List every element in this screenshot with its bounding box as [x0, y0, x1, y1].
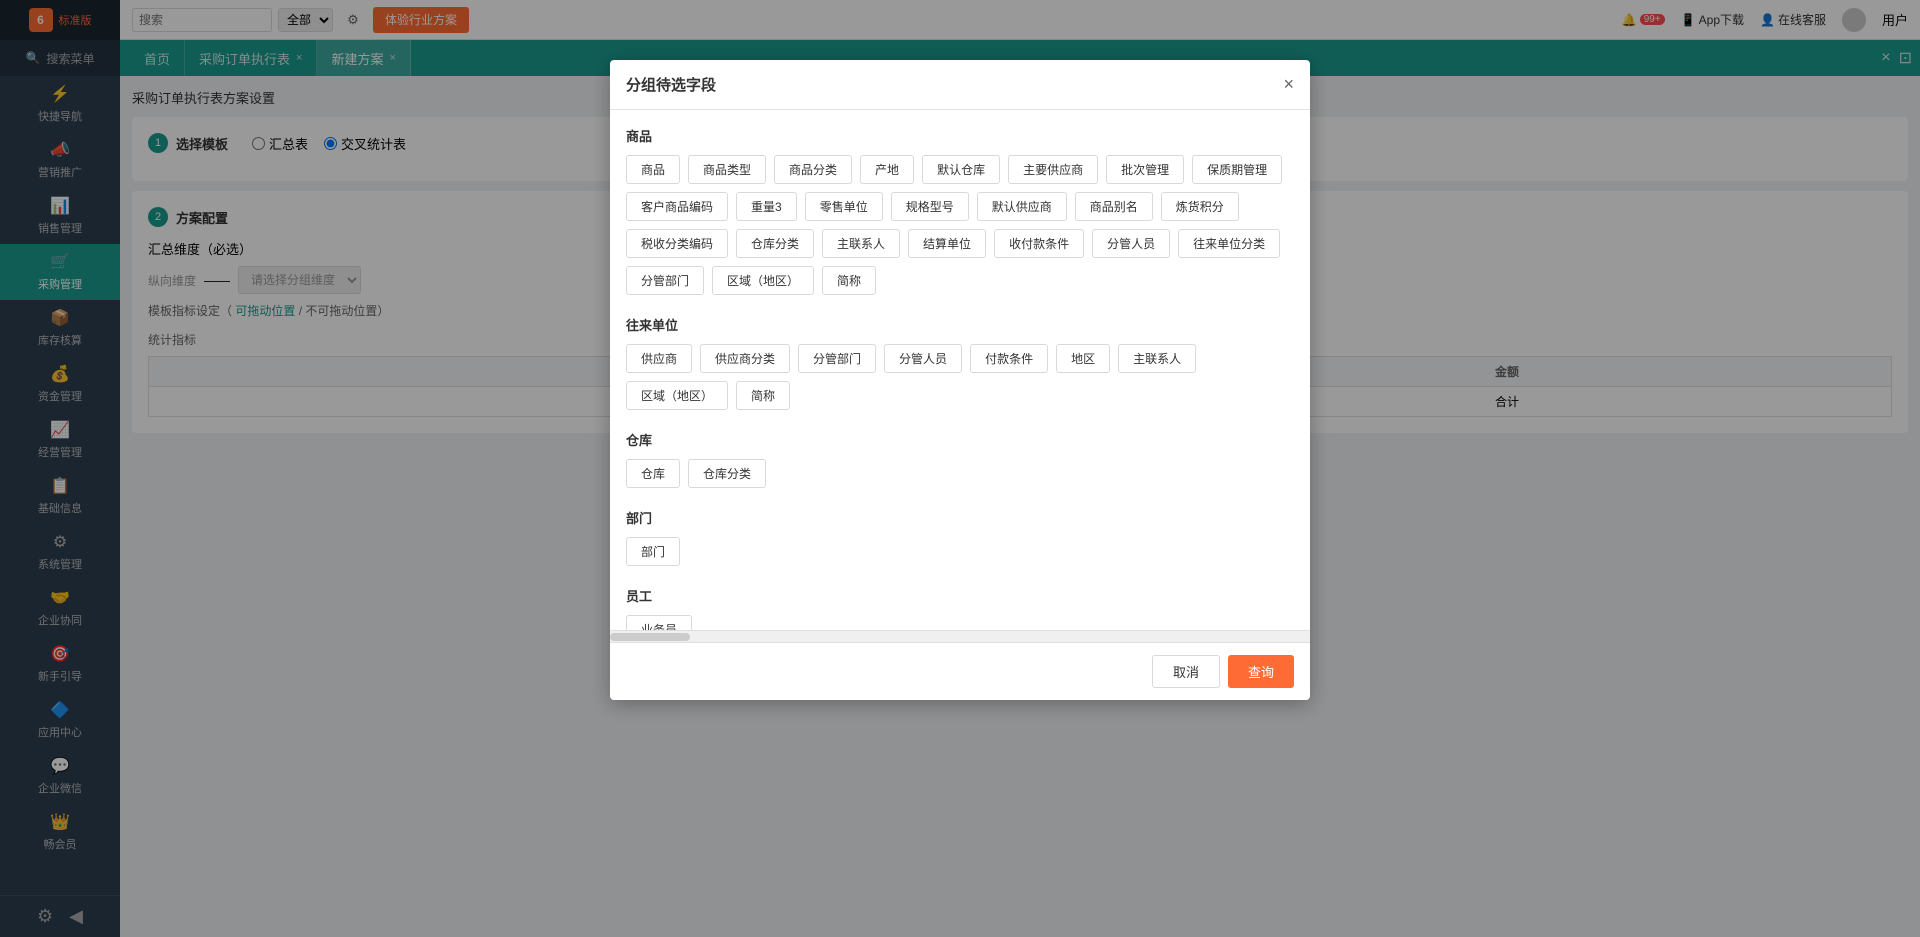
field-tag[interactable]: 结算单位 — [908, 229, 986, 258]
field-section-员工: 员工业务员 — [626, 586, 1294, 630]
hscroll-thumb — [610, 633, 690, 641]
field-tag[interactable]: 保质期管理 — [1192, 155, 1282, 184]
section-title: 仓库 — [626, 430, 1294, 449]
field-tag[interactable]: 默认供应商 — [977, 192, 1067, 221]
field-tags: 供应商供应商分类分管部门分管人员付款条件地区主联系人区域（地区） 简称 — [626, 344, 1294, 410]
field-tag[interactable]: 地区 — [1056, 344, 1110, 373]
section-title: 员工 — [626, 586, 1294, 605]
field-tags: 业务员 — [626, 615, 1294, 630]
field-tag[interactable]: 供应商 — [626, 344, 692, 373]
field-tag[interactable]: 产地 — [860, 155, 914, 184]
section-title: 部门 — [626, 508, 1294, 527]
field-tag[interactable]: 商品分类 — [774, 155, 852, 184]
field-section-仓库: 仓库仓库仓库分类 — [626, 430, 1294, 488]
field-tag[interactable]: 部门 — [626, 537, 680, 566]
field-tags: 部门 — [626, 537, 1294, 566]
field-tag[interactable]: 简称 — [822, 266, 876, 295]
field-tag[interactable]: 主要供应商 — [1008, 155, 1098, 184]
field-tag[interactable]: 分管人员 — [884, 344, 962, 373]
field-tag[interactable]: 分管人员 — [1092, 229, 1170, 258]
modal-overlay: 分组待选字段 × 商品商品商品类型商品分类产地默认仓库主要供应商批次管理保质期管… — [0, 0, 1920, 937]
modal-title: 分组待选字段 — [626, 74, 716, 95]
field-tag[interactable]: 重量3 — [736, 192, 797, 221]
field-tag[interactable]: 商品 — [626, 155, 680, 184]
modal-body: 商品商品商品类型商品分类产地默认仓库主要供应商批次管理保质期管理客户商品编码重量… — [610, 110, 1310, 630]
field-tag[interactable]: 批次管理 — [1106, 155, 1184, 184]
field-section-商品: 商品商品商品类型商品分类产地默认仓库主要供应商批次管理保质期管理客户商品编码重量… — [626, 126, 1294, 295]
field-section-部门: 部门部门 — [626, 508, 1294, 566]
field-select-modal: 分组待选字段 × 商品商品商品类型商品分类产地默认仓库主要供应商批次管理保质期管… — [610, 60, 1310, 700]
field-tag[interactable]: 仓库分类 — [688, 459, 766, 488]
field-section-往来单位: 往来单位供应商供应商分类分管部门分管人员付款条件地区主联系人区域（地区） 简称 — [626, 315, 1294, 410]
field-tag[interactable]: 简称 — [736, 381, 790, 410]
modal-header: 分组待选字段 × — [610, 60, 1310, 110]
field-tag[interactable]: 主联系人 — [822, 229, 900, 258]
field-tag[interactable]: 供应商分类 — [700, 344, 790, 373]
field-tag[interactable]: 付款条件 — [970, 344, 1048, 373]
field-tag[interactable]: 客户商品编码 — [626, 192, 728, 221]
section-title: 往来单位 — [626, 315, 1294, 334]
modal-horizontal-scrollbar[interactable] — [610, 630, 1310, 642]
field-tag[interactable]: 税收分类编码 — [626, 229, 728, 258]
field-tag[interactable]: 炼货积分 — [1161, 192, 1239, 221]
field-tag[interactable]: 规格型号 — [891, 192, 969, 221]
field-tag[interactable]: 商品别名 — [1075, 192, 1153, 221]
cancel-button[interactable]: 取消 — [1152, 655, 1220, 688]
field-tag[interactable]: 往来单位分类 — [1178, 229, 1280, 258]
field-tag[interactable]: 分管部门 — [626, 266, 704, 295]
field-tag[interactable]: 仓库 — [626, 459, 680, 488]
modal-close-icon[interactable]: × — [1283, 74, 1294, 95]
field-tag[interactable]: 默认仓库 — [922, 155, 1000, 184]
field-tag[interactable]: 零售单位 — [805, 192, 883, 221]
field-tag[interactable]: 仓库分类 — [736, 229, 814, 258]
field-tag[interactable]: 分管部门 — [798, 344, 876, 373]
field-tag[interactable]: 区域（地区） — [712, 266, 814, 295]
field-tag[interactable]: 收付款条件 — [994, 229, 1084, 258]
field-tag[interactable]: 区域（地区） — [626, 381, 728, 410]
field-tags: 商品商品类型商品分类产地默认仓库主要供应商批次管理保质期管理客户商品编码重量3 零… — [626, 155, 1294, 295]
field-tags: 仓库仓库分类 — [626, 459, 1294, 488]
field-tag[interactable]: 业务员 — [626, 615, 692, 630]
modal-footer: 取消 查询 — [610, 642, 1310, 700]
field-tag[interactable]: 主联系人 — [1118, 344, 1196, 373]
field-tag[interactable]: 商品类型 — [688, 155, 766, 184]
confirm-button[interactable]: 查询 — [1228, 655, 1294, 688]
section-title: 商品 — [626, 126, 1294, 145]
